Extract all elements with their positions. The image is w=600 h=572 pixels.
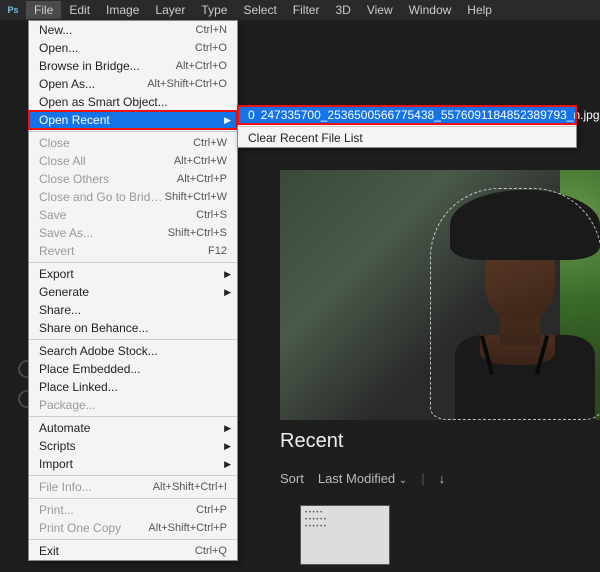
canvas-thumbnail [280,170,600,420]
menu-open-as[interactable]: Open As...Alt+Shift+Ctrl+O [29,75,237,93]
menu-save-as[interactable]: Save As...Shift+Ctrl+S [29,224,237,242]
app-logo: Ps [4,2,22,18]
recent-section: Recent Sort Last Modified ⌄ | ↓ [280,430,600,486]
menu-help[interactable]: Help [459,1,500,19]
menu-revert[interactable]: RevertF12 [29,242,237,260]
menu-close-all[interactable]: Close AllAlt+Ctrl+W [29,152,237,170]
submenu-arrow-icon: ▶ [224,115,231,126]
menu-close-others[interactable]: Close OthersAlt+Ctrl+P [29,170,237,188]
file-dropdown: New...Ctrl+N Open...Ctrl+O Browse in Bri… [28,20,238,561]
menu-edit[interactable]: Edit [61,1,98,19]
menu-generate[interactable]: Generate▶ [29,283,237,301]
menu-new[interactable]: New...Ctrl+N [29,21,237,39]
menu-print-one[interactable]: Print One CopyAlt+Shift+Ctrl+P [29,519,237,537]
menu-layer[interactable]: Layer [147,1,193,19]
menu-export[interactable]: Export▶ [29,265,237,283]
menu-print[interactable]: Print...Ctrl+P [29,501,237,519]
menu-filter[interactable]: Filter [285,1,328,19]
submenu-arrow-icon: ▶ [224,441,231,452]
menu-file-info[interactable]: File Info...Alt+Shift+Ctrl+I [29,478,237,496]
menu-close-bridge[interactable]: Close and Go to Bridge...Shift+Ctrl+W [29,188,237,206]
menu-exit[interactable]: ExitCtrl+Q [29,542,237,560]
sort-direction-button[interactable]: ↓ [439,471,446,486]
recent-title: Recent [280,430,600,453]
submenu-arrow-icon: ▶ [224,423,231,434]
submenu-arrow-icon: ▶ [224,287,231,298]
sort-label: Sort [280,471,304,486]
menu-place-embedded[interactable]: Place Embedded... [29,360,237,378]
menu-scripts[interactable]: Scripts▶ [29,437,237,455]
menu-package[interactable]: Package... [29,396,237,414]
menu-share-behance[interactable]: Share on Behance... [29,319,237,337]
clear-recent-list[interactable]: Clear Recent File List [238,129,576,147]
menu-search-adobe-stock[interactable]: Search Adobe Stock... [29,342,237,360]
recent-thumbnail[interactable]: • • • • •• • • • • •• • • • • • [300,505,390,565]
menubar: Ps File Edit Image Layer Type Select Fil… [0,0,600,20]
menu-close[interactable]: CloseCtrl+W [29,134,237,152]
menu-open-smart[interactable]: Open as Smart Object... [29,93,237,111]
open-recent-submenu: 0 247335700_2536500566775438_55760911848… [237,105,577,148]
menu-automate[interactable]: Automate▶ [29,419,237,437]
menu-file[interactable]: File [26,1,61,19]
menu-3d[interactable]: 3D [327,1,358,19]
menu-place-linked[interactable]: Place Linked... [29,378,237,396]
chevron-down-icon: ⌄ [399,475,407,486]
menu-window[interactable]: Window [401,1,460,19]
sort-dropdown[interactable]: Last Modified ⌄ [318,471,407,486]
menu-image[interactable]: Image [98,1,147,19]
menu-import[interactable]: Import▶ [29,455,237,473]
menu-type[interactable]: Type [193,1,235,19]
menu-open[interactable]: Open...Ctrl+O [29,39,237,57]
menu-browse-bridge[interactable]: Browse in Bridge...Alt+Ctrl+O [29,57,237,75]
submenu-arrow-icon: ▶ [224,459,231,470]
menu-open-recent[interactable]: Open Recent▶ [29,111,237,129]
menu-save[interactable]: SaveCtrl+S [29,206,237,224]
submenu-arrow-icon: ▶ [224,269,231,280]
recent-file-0[interactable]: 0 247335700_2536500566775438_55760911848… [238,106,576,124]
menu-select[interactable]: Select [235,1,284,19]
menu-view[interactable]: View [359,1,401,19]
menu-share[interactable]: Share... [29,301,237,319]
sort-row: Sort Last Modified ⌄ | ↓ [280,471,600,486]
